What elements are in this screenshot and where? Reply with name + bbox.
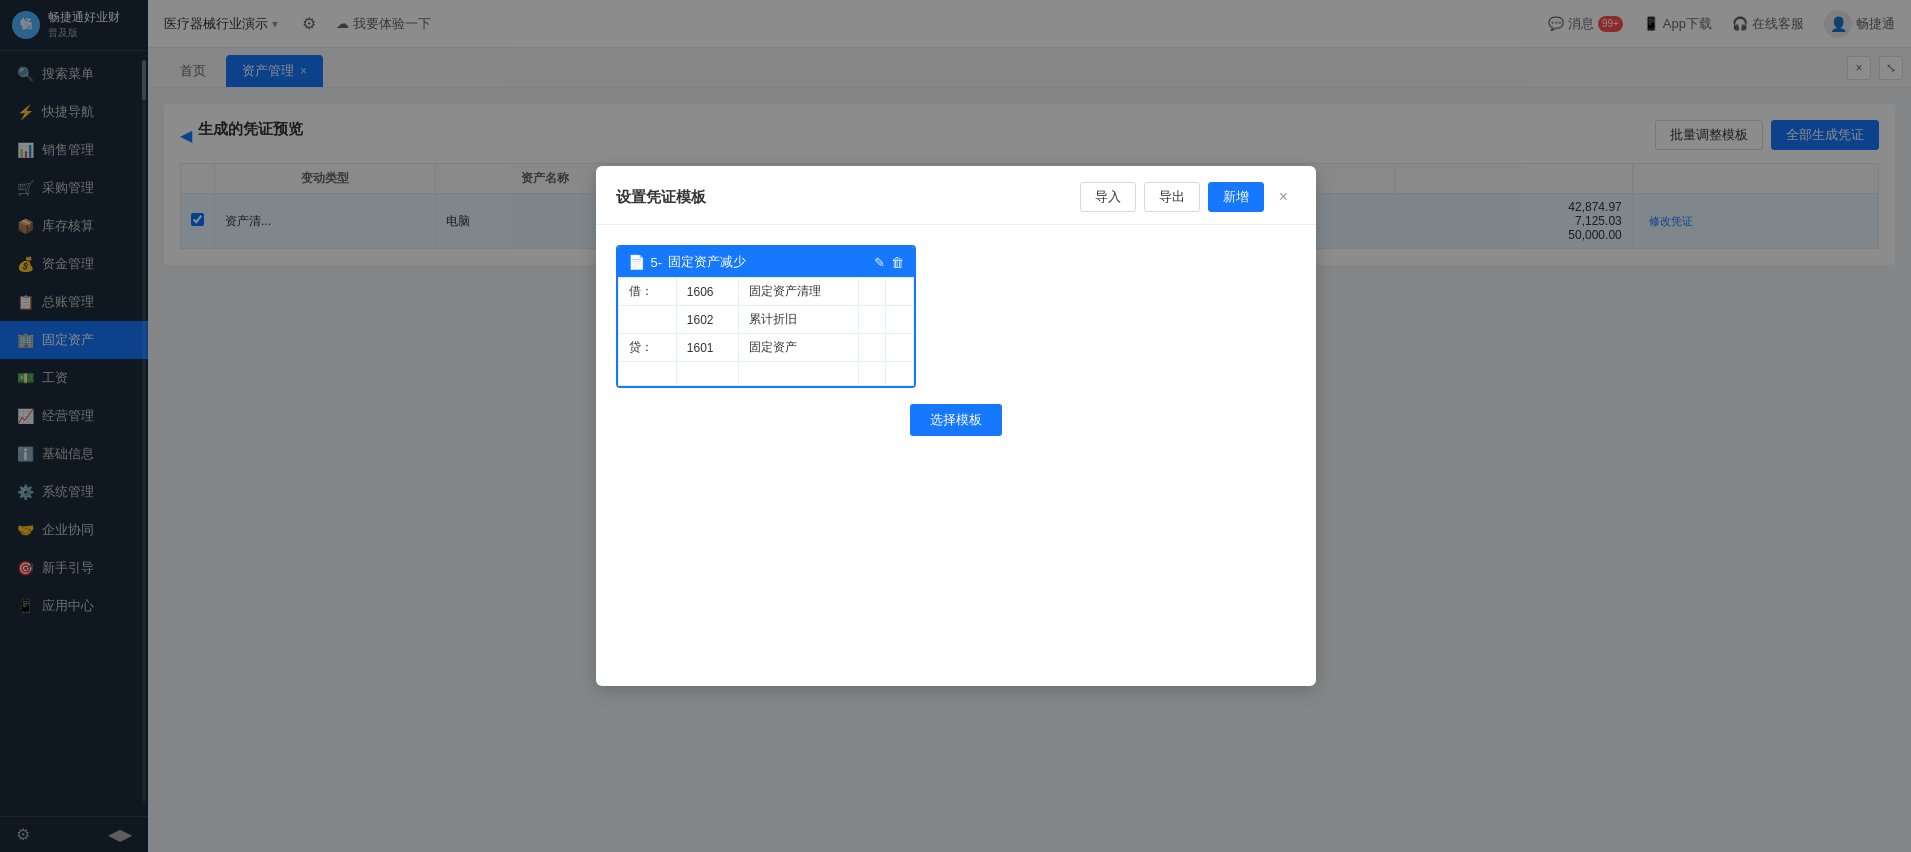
template-table: 借： 1606 固定资产清理 1602 累计折旧 bbox=[618, 277, 914, 386]
template-delete-button[interactable]: 🗑 bbox=[891, 255, 904, 270]
template-col3-3 bbox=[859, 334, 886, 362]
template-empty-2 bbox=[676, 362, 738, 386]
template-col3-1 bbox=[859, 278, 886, 306]
export-button[interactable]: 导出 bbox=[1144, 182, 1200, 212]
template-row-debit1: 借： 1606 固定资产清理 bbox=[618, 278, 913, 306]
modal-header-actions: 导入 导出 新增 × bbox=[1080, 182, 1296, 212]
modal-close-button[interactable]: × bbox=[1272, 185, 1296, 209]
template-empty-5 bbox=[886, 362, 913, 386]
template-card-header: 📄 5- 固定资产减少 ✎ 🗑 bbox=[618, 247, 914, 277]
set-template-modal: 设置凭证模板 导入 导出 新增 × 📄 5- 固定资产减少 bbox=[596, 166, 1316, 686]
template-subject-3: 固定资产 bbox=[738, 334, 858, 362]
template-card: 📄 5-固定资产减少 ✎ 🗑 借： 1606 固 bbox=[616, 245, 916, 388]
template-empty-3 bbox=[738, 362, 858, 386]
template-row-empty bbox=[618, 362, 913, 386]
template-card-header-left: 📄 5- 固定资产减少 bbox=[628, 253, 747, 271]
template-name: 固定资产减少 bbox=[668, 253, 746, 271]
template-card-doc-icon: 📄 bbox=[628, 254, 645, 270]
modal-body: 📄 5-固定资产减少 ✎ 🗑 借： 1606 固 bbox=[596, 225, 1316, 456]
close-icon: × bbox=[1279, 188, 1288, 206]
modal-overlay[interactable]: 设置凭证模板 导入 导出 新增 × 📄 5- 固定资产减少 bbox=[0, 0, 1911, 852]
template-number: 5- bbox=[651, 255, 663, 270]
template-code-3: 1601 bbox=[676, 334, 738, 362]
new-template-button[interactable]: 新增 bbox=[1208, 182, 1264, 212]
template-row-credit1: 贷： 1601 固定资产 bbox=[618, 334, 913, 362]
select-template-button[interactable]: 选择模板 bbox=[910, 404, 1002, 436]
modal-header: 设置凭证模板 导入 导出 新增 × bbox=[596, 166, 1316, 225]
template-col3-2 bbox=[859, 306, 886, 334]
modal-title: 设置凭证模板 bbox=[616, 188, 706, 207]
template-empty-1 bbox=[618, 362, 676, 386]
import-button[interactable]: 导入 bbox=[1080, 182, 1136, 212]
template-col4-2 bbox=[886, 306, 913, 334]
template-code-2: 1602 bbox=[676, 306, 738, 334]
template-side-1: 借： bbox=[618, 278, 676, 306]
template-subject-2: 累计折旧 bbox=[738, 306, 858, 334]
template-row-debit2: 1602 累计折旧 bbox=[618, 306, 913, 334]
template-edit-button[interactable]: ✎ bbox=[874, 255, 885, 270]
template-side-2 bbox=[618, 306, 676, 334]
template-col4-3 bbox=[886, 334, 913, 362]
template-card-header-actions: ✎ 🗑 bbox=[874, 255, 904, 270]
template-code-1: 1606 bbox=[676, 278, 738, 306]
template-subject-1: 固定资产清理 bbox=[738, 278, 858, 306]
template-col4-1 bbox=[886, 278, 913, 306]
template-card-body: 借： 1606 固定资产清理 1602 累计折旧 bbox=[618, 277, 914, 386]
template-empty-4 bbox=[859, 362, 886, 386]
template-side-3: 贷： bbox=[618, 334, 676, 362]
